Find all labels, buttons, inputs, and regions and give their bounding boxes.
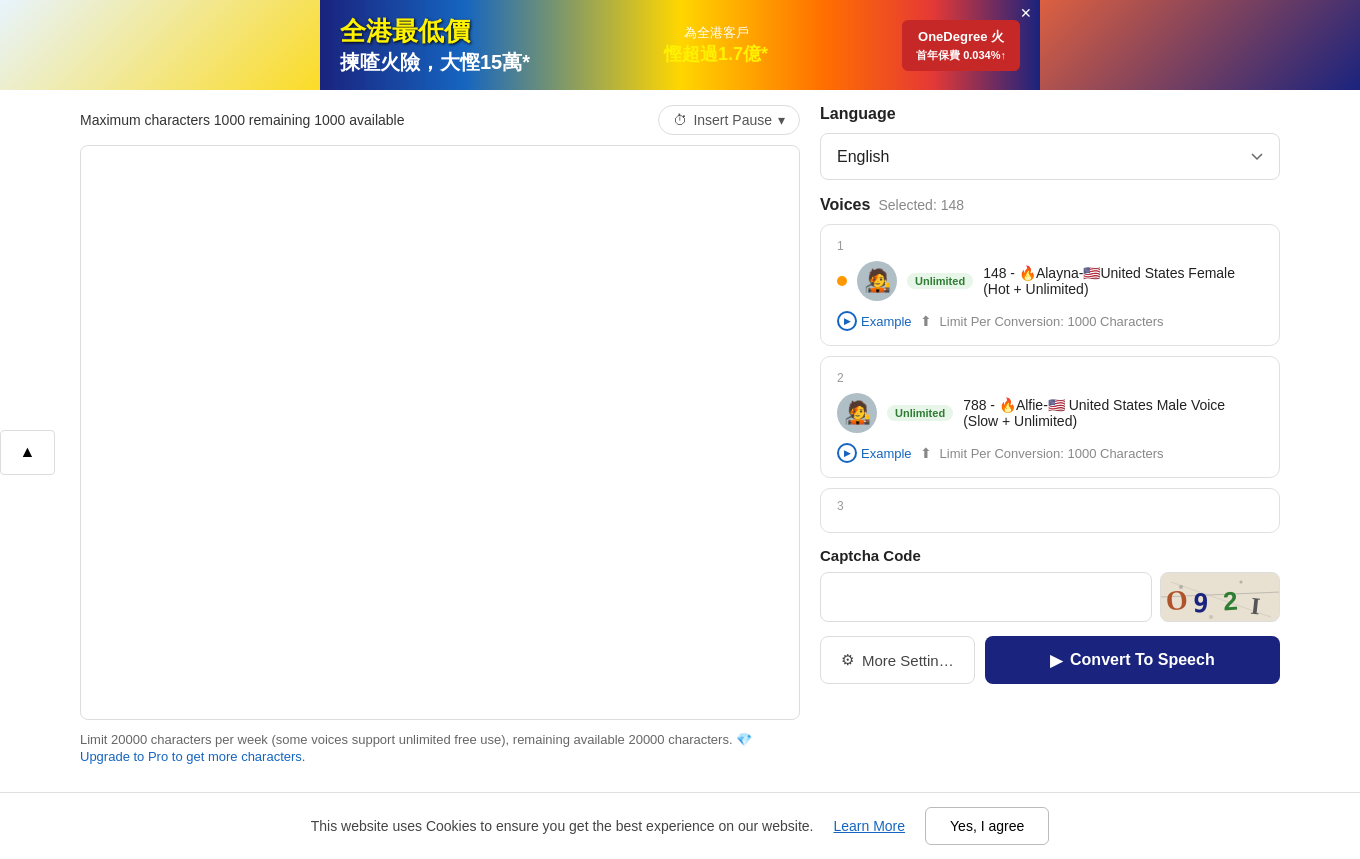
- voices-selected-count: Selected: 148: [878, 197, 964, 213]
- circle-play-icon: ▶: [1050, 651, 1062, 670]
- char-info-text: Maximum characters 1000 remaining 1000 a…: [80, 112, 405, 128]
- insert-pause-button[interactable]: ⏱ Insert Pause ▾: [658, 105, 800, 135]
- char-limit-icon: ⬆: [920, 313, 932, 329]
- voice-2-example-link[interactable]: ▶ Example: [837, 443, 912, 463]
- voice-active-indicator: [837, 276, 847, 286]
- chevron-up-icon: ▲: [20, 443, 36, 461]
- voice-card-3[interactable]: 3: [820, 488, 1280, 533]
- text-input[interactable]: [80, 145, 800, 720]
- play-icon: ▶: [837, 311, 857, 331]
- svg-text:2: 2: [1222, 585, 1239, 616]
- captcha-row: O 9 2 I: [820, 572, 1280, 622]
- captcha-image[interactable]: O 9 2 I: [1160, 572, 1280, 622]
- svg-point-8: [1240, 581, 1243, 584]
- convert-to-speech-button[interactable]: ▶ Convert To Speech: [985, 636, 1280, 684]
- char-info-bar: Maximum characters 1000 remaining 1000 a…: [80, 105, 800, 135]
- voice-2-avatar: 🧑‍🎤: [837, 393, 877, 433]
- voice-1-example-link[interactable]: ▶ Example: [837, 311, 912, 331]
- voices-label: Voices: [820, 196, 870, 214]
- settings-icon: ⚙: [841, 651, 854, 669]
- upgrade-link-wrapper[interactable]: Upgrade to Pro to get more characters.: [80, 747, 800, 765]
- play-icon-2: ▶: [837, 443, 857, 463]
- svg-text:O: O: [1165, 584, 1189, 617]
- voice-1-name: 148 - 🔥Alayna-🇺🇸United States Female(Hot…: [983, 265, 1235, 297]
- voice-2-badge: Unlimited: [887, 405, 953, 421]
- voice-2-footer: ▶ Example ⬆ Limit Per Conversion: 1000 C…: [837, 443, 1263, 463]
- voice-2-limit: Limit Per Conversion: 1000 Characters: [940, 446, 1164, 461]
- chevron-down-icon: ▾: [778, 112, 785, 128]
- cookie-learn-more-link[interactable]: Learn More: [833, 818, 905, 834]
- cookie-bar: This website uses Cookies to ensure you …: [0, 792, 1360, 859]
- captcha-input[interactable]: [820, 572, 1152, 622]
- voice-1-badge: Unlimited: [907, 273, 973, 289]
- language-label: Language: [820, 105, 1280, 123]
- more-settings-button[interactable]: ⚙ More Settin…: [820, 636, 975, 684]
- voice-card-2[interactable]: 2 🧑‍🎤 Unlimited 788 - 🔥Alfie-🇺🇸 United S…: [820, 356, 1280, 478]
- language-select[interactable]: English Chinese Japanese Korean Spanish …: [820, 133, 1280, 180]
- voice-card-1[interactable]: 1 🧑‍🎤 Unlimited 148 - 🔥Alayna-🇺🇸United S…: [820, 224, 1280, 346]
- voice-card-2-header: 🧑‍🎤 Unlimited 788 - 🔥Alfie-🇺🇸 United Sta…: [837, 393, 1263, 433]
- voice-card-2-number: 2: [837, 371, 1263, 385]
- voice-1-footer: ▶ Example ⬆ Limit Per Conversion: 1000 C…: [837, 311, 1263, 331]
- left-panel: Maximum characters 1000 remaining 1000 a…: [80, 105, 800, 765]
- cookie-text: This website uses Cookies to ensure you …: [311, 818, 814, 834]
- char-limit-icon-2: ⬆: [920, 445, 932, 461]
- captcha-section: Captcha Code O 9 2: [820, 547, 1280, 622]
- banner-close-button[interactable]: ✕: [1020, 5, 1032, 21]
- svg-point-7: [1179, 585, 1183, 589]
- voice-card-1-number: 1: [837, 239, 1263, 253]
- scroll-up-button[interactable]: ▲: [0, 430, 55, 475]
- limit-info: Limit 20000 characters per week (some vo…: [80, 732, 800, 747]
- voice-card-3-number: 3: [837, 499, 1263, 513]
- captcha-label: Captcha Code: [820, 547, 1280, 564]
- cookie-agree-button[interactable]: Yes, I agree: [925, 807, 1049, 845]
- right-panel: Language English Chinese Japanese Korean…: [820, 105, 1280, 765]
- ad-banner: 全港最低價 揀喳火險，大慳15萬* 為全港客戶 慳超過1.7億* OneDegr…: [0, 0, 1360, 90]
- voice-card-1-header: 🧑‍🎤 Unlimited 148 - 🔥Alayna-🇺🇸United Sta…: [837, 261, 1263, 301]
- upgrade-link[interactable]: Upgrade to Pro to get more characters.: [80, 749, 305, 764]
- voices-header: Voices Selected: 148: [820, 196, 1280, 214]
- buttons-row: ⚙ More Settin… ▶ Convert To Speech: [820, 636, 1280, 684]
- pause-icon: ⏱: [673, 112, 687, 128]
- voice-1-avatar: 🧑‍🎤: [857, 261, 897, 301]
- diamond-icon: 💎: [736, 732, 752, 747]
- voice-2-name: 788 - 🔥Alfie-🇺🇸 United States Male Voice…: [963, 397, 1225, 429]
- voice-1-limit: Limit Per Conversion: 1000 Characters: [940, 314, 1164, 329]
- svg-point-9: [1209, 615, 1213, 619]
- svg-text:9: 9: [1192, 588, 1209, 619]
